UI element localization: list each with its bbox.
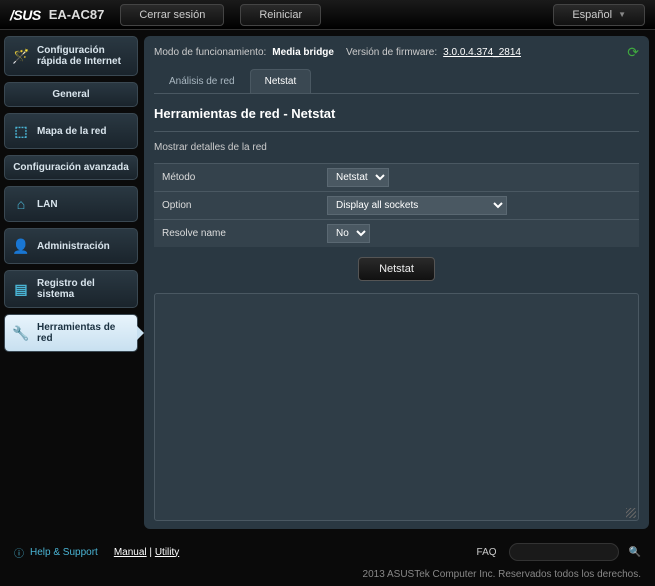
sidebar: 🪄 Configuración rápida de Internet Gener…: [0, 30, 142, 535]
reboot-button[interactable]: Reiniciar: [240, 4, 321, 26]
tab-network-analysis[interactable]: Análisis de red: [154, 69, 250, 93]
mode-label: Modo de funcionamiento:: [154, 47, 266, 58]
sidebar-item-networktools[interactable]: 🔧 Herramientas de red: [4, 314, 138, 352]
resolve-label: Resolve name: [162, 228, 327, 239]
copyright: 2013 ASUSTek Computer Inc. Reservados to…: [14, 565, 641, 580]
info-bar: Modo de funcionamiento: Media bridge Ver…: [154, 44, 639, 69]
sidebar-item-lan[interactable]: ⌂ LAN: [4, 186, 138, 222]
row-option: Option Display all sockets: [154, 191, 639, 219]
language-label: Español: [572, 9, 612, 21]
row-method: Método Netstat: [154, 163, 639, 191]
sidebar-item-label: LAN: [37, 199, 58, 210]
top-bar: /SUS EA-AC87 Cerrar sesión Reiniciar Esp…: [0, 0, 655, 30]
document-icon: ▤: [11, 279, 31, 299]
sidebar-item-quicksetup[interactable]: 🪄 Configuración rápida de Internet: [4, 36, 138, 76]
wrench-icon: 🔧: [11, 323, 31, 343]
faq-label: FAQ: [477, 547, 497, 558]
option-select[interactable]: Display all sockets: [327, 196, 507, 215]
chevron-down-icon: ▼: [618, 10, 626, 19]
panel-title: Herramientas de red - Netstat: [154, 94, 639, 132]
home-icon: ⌂: [11, 194, 31, 214]
utility-link[interactable]: Utility: [155, 547, 179, 558]
panel-subtitle: Mostrar detalles de la red: [154, 132, 639, 163]
brand-logo: /SUS: [10, 7, 41, 23]
method-label: Método: [162, 172, 327, 183]
output-area: [154, 293, 639, 521]
row-resolve: Resolve name No: [154, 219, 639, 247]
resize-handle[interactable]: [626, 508, 636, 518]
search-icon[interactable]: 🔍: [629, 547, 641, 558]
option-label: Option: [162, 200, 327, 211]
sidebar-item-label: Registro del sistema: [37, 278, 131, 300]
sidebar-item-administration[interactable]: 👤 Administración: [4, 228, 138, 264]
firmware-link[interactable]: 3.0.0.4.374_2814: [443, 47, 521, 58]
sidebar-item-label: Configuración rápida de Internet: [37, 45, 131, 67]
netstat-button[interactable]: Netstat: [358, 257, 435, 281]
model-label: EA-AC87: [49, 7, 105, 22]
main-panel: Modo de funcionamiento: Media bridge Ver…: [144, 36, 649, 529]
method-select[interactable]: Netstat: [327, 168, 389, 187]
wand-icon: 🪄: [11, 46, 31, 66]
sidebar-item-label: Administración: [37, 241, 110, 252]
resolve-select[interactable]: No: [327, 224, 370, 243]
mode-value: Media bridge: [272, 47, 334, 58]
refresh-icon[interactable]: ⟳: [627, 44, 639, 61]
sidebar-item-label: Herramientas de red: [37, 322, 131, 344]
sidebar-item-networkmap[interactable]: ⬚ Mapa de la red: [4, 113, 138, 149]
action-row: Netstat: [154, 247, 639, 291]
manual-link[interactable]: Manual: [114, 547, 147, 558]
footer: ⓘ Help & Support Manual | Utility FAQ 🔍 …: [0, 535, 655, 585]
sidebar-section-advanced[interactable]: Configuración avanzada: [4, 155, 138, 180]
network-icon: ⬚: [11, 121, 31, 141]
help-link[interactable]: Help & Support: [30, 547, 98, 558]
language-button[interactable]: Español ▼: [553, 4, 645, 26]
search-input[interactable]: [509, 543, 619, 561]
sidebar-section-general[interactable]: General: [4, 82, 138, 107]
logout-button[interactable]: Cerrar sesión: [120, 4, 224, 26]
tab-netstat[interactable]: Netstat: [250, 69, 312, 93]
user-icon: 👤: [11, 236, 31, 256]
sidebar-item-label: Mapa de la red: [37, 126, 106, 137]
info-icon: ⓘ: [14, 545, 24, 560]
firmware-label: Versión de firmware:: [346, 47, 437, 58]
sidebar-item-systemlog[interactable]: ▤ Registro del sistema: [4, 270, 138, 308]
tab-bar: Análisis de red Netstat: [154, 69, 639, 94]
